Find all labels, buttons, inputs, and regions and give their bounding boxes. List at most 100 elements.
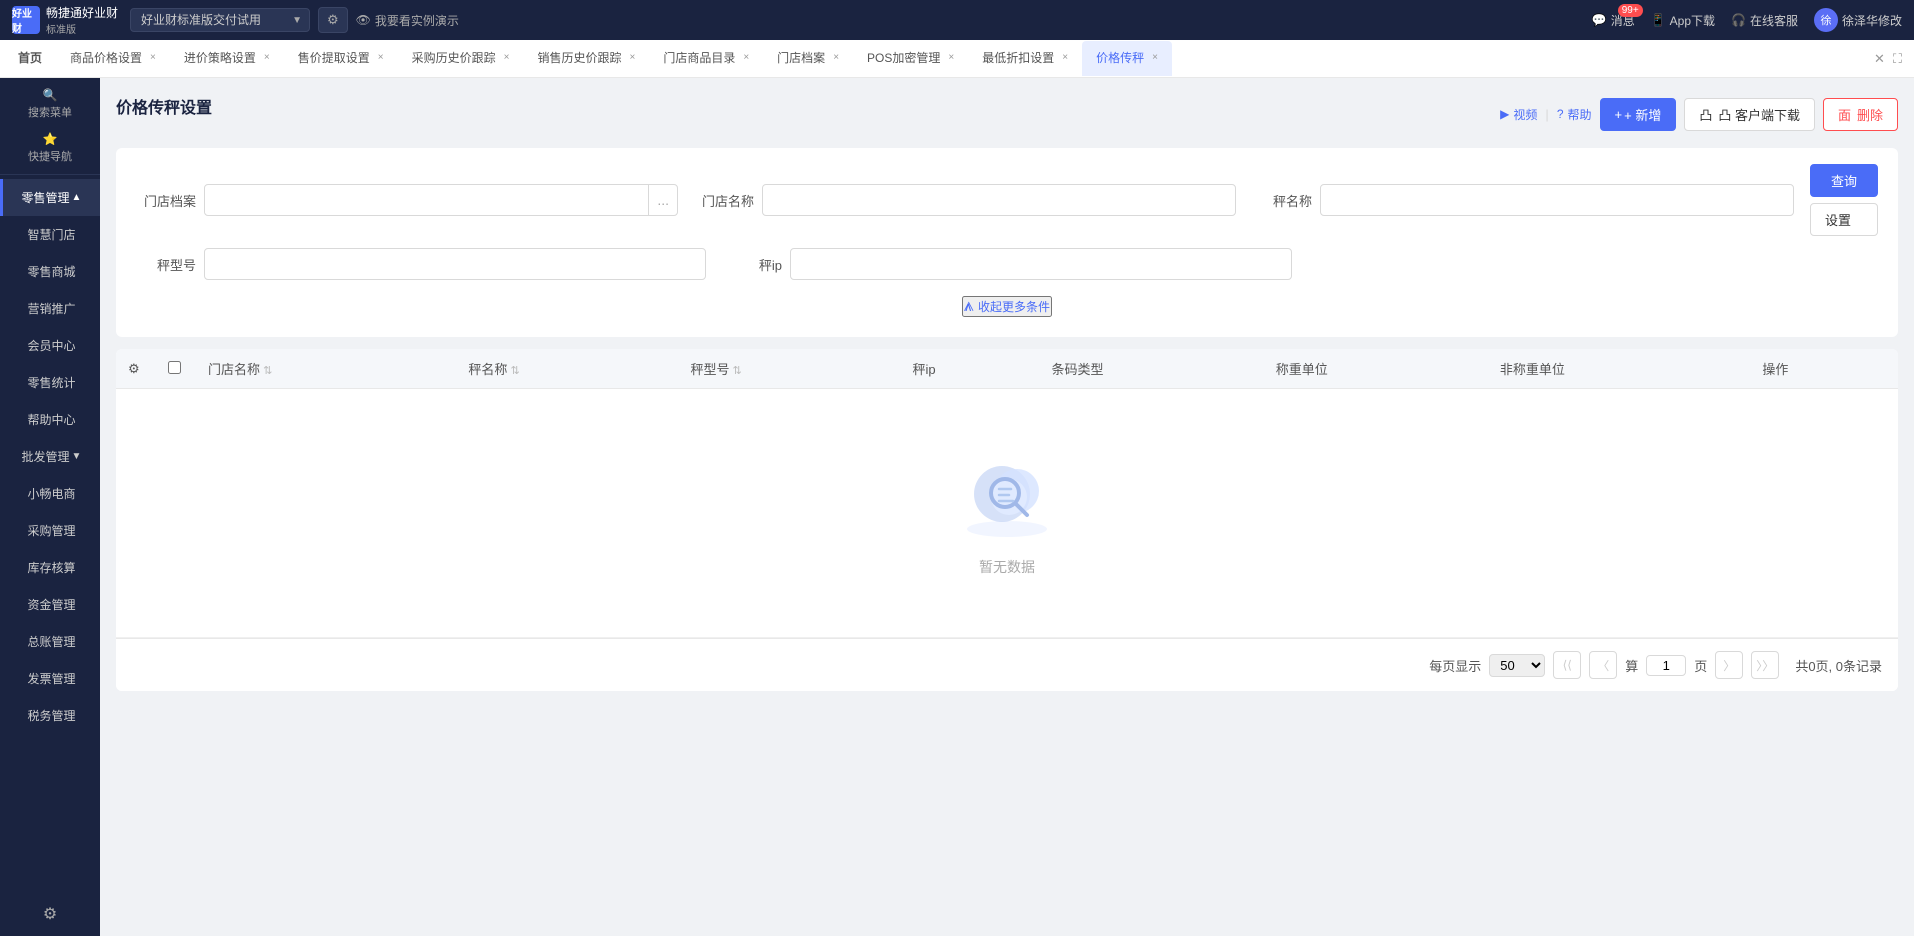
download-icon: 凸 — [1699, 105, 1712, 124]
sidebar-item-help[interactable]: 帮助中心 — [0, 401, 100, 438]
store-file-input[interactable] — [205, 188, 648, 213]
sidebar-item-invoice[interactable]: 发票管理 — [0, 660, 100, 697]
page-header-right: ▶ 视频 | ? 帮助 + + 新增 凸 凸 客户端下载 面 — [1500, 98, 1898, 131]
close-icon[interactable]: × — [833, 52, 839, 63]
close-icon[interactable]: × — [504, 52, 510, 63]
store-file-input-wrap[interactable]: ... — [204, 184, 678, 216]
tab-purchase-history[interactable]: 采购历史价跟踪 × — [398, 41, 524, 76]
expand-icon[interactable]: ⛶ — [1893, 51, 1902, 67]
online-service-button[interactable]: 🎧 在线客服 — [1731, 12, 1798, 29]
tab-sales-history[interactable]: 销售历史价跟踪 × — [523, 41, 649, 76]
last-page-button[interactable]: 〉〉 — [1751, 651, 1779, 679]
th-store-name[interactable]: 门店名称 — [196, 349, 456, 389]
close-icon[interactable]: × — [264, 52, 270, 63]
first-page-button[interactable]: ⟨⟨ — [1553, 651, 1581, 679]
page-number-input[interactable] — [1646, 655, 1686, 676]
sidebar-item-retail-stats[interactable]: 零售统计 — [0, 364, 100, 401]
tab-sale-extract[interactable]: 售价提取设置 × — [284, 41, 398, 76]
collapse-button[interactable]: ∧ ∧ 收起更多条件 — [962, 296, 1052, 317]
query-btn-group: 查询 设置 — [1810, 164, 1878, 236]
message-icon: 💬 — [1592, 13, 1607, 27]
sidebar-item-finance[interactable]: 资金管理 — [0, 586, 100, 623]
scale-ip-label: 秤ip — [722, 255, 782, 274]
tab-pos-encryption[interactable]: POS加密管理 × — [853, 41, 968, 76]
close-icon[interactable]: × — [150, 52, 156, 63]
setting-button[interactable]: 设置 — [1810, 203, 1878, 236]
delete-button[interactable]: 面 删除 — [1823, 98, 1898, 131]
sidebar-item-ledger[interactable]: 总账管理 — [0, 623, 100, 660]
th-checkbox[interactable] — [156, 349, 196, 389]
scale-type-input[interactable] — [204, 248, 706, 280]
close-icon[interactable]: × — [1062, 52, 1068, 63]
tab-min-discount[interactable]: 最低折扣设置 × — [968, 41, 1082, 76]
demo-button[interactable]: 👁 我要看实例演示 — [356, 12, 459, 29]
sidebar-item-retail-mall[interactable]: 零售商城 — [0, 253, 100, 290]
user-menu[interactable]: 徐 徐泽华修改 — [1814, 8, 1902, 32]
app-download-button[interactable]: 📱 App下载 — [1651, 12, 1715, 29]
table-settings-icon[interactable]: ⚙ — [128, 361, 140, 376]
close-icon[interactable]: × — [629, 52, 635, 63]
tab-store-catalog[interactable]: 门店商品目录 × — [649, 41, 763, 76]
app-name-block: 畅捷通好业财 标准版 — [46, 4, 118, 36]
close-icon[interactable]: × — [378, 52, 384, 63]
close-icon[interactable]: × — [948, 52, 954, 63]
tab-home[interactable]: 首页 — [4, 41, 56, 76]
th-scale-type[interactable]: 秤型号 — [678, 349, 900, 389]
sidebar-item-inventory[interactable]: 库存核算 — [0, 549, 100, 586]
scale-ip-input[interactable] — [790, 248, 1292, 280]
prev-page-button[interactable]: 〈 — [1589, 651, 1617, 679]
th-settings[interactable]: ⚙ — [116, 349, 156, 389]
message-button[interactable]: 💬 消息 99+ — [1592, 12, 1635, 29]
close-icon[interactable]: × — [743, 52, 749, 63]
add-button[interactable]: + + 新增 — [1600, 98, 1677, 131]
select-all-checkbox[interactable] — [168, 361, 181, 374]
store-file-field: 门店档案 ... — [136, 184, 678, 216]
search-row-2: 秤型号 秤ip — [136, 248, 1878, 280]
sidebar-item-member[interactable]: 会员中心 — [0, 327, 100, 364]
topbar-settings-button[interactable]: ⚙ — [318, 7, 348, 33]
tab-product-price[interactable]: 商品价格设置 × — [56, 41, 170, 76]
th-non-weight-unit: 非称重单位 — [1488, 349, 1751, 389]
sidebar-item-purchase[interactable]: 采购管理 — [0, 512, 100, 549]
scale-type-field: 秤型号 — [136, 248, 706, 280]
sidebar-item-tax[interactable]: 税务管理 — [0, 697, 100, 734]
sidebar-quick-nav[interactable]: ⭐ 快捷导航 — [0, 126, 100, 170]
sidebar-search[interactable]: 🔍 搜索菜单 — [0, 78, 100, 126]
version-select[interactable]: 好业财标准版交付试用 — [130, 8, 310, 32]
tab-purchase-strategy[interactable]: 进价策略设置 × — [170, 41, 284, 76]
sidebar-item-retail[interactable]: 零售管理▲ — [0, 179, 100, 216]
query-button[interactable]: 查询 — [1810, 164, 1878, 197]
scale-name-input[interactable] — [1320, 184, 1794, 216]
tab-price-scale[interactable]: 价格传秤 × — [1082, 41, 1172, 76]
topbar-right: 💬 消息 99+ 📱 App下载 🎧 在线客服 徐 徐泽华修改 — [1592, 8, 1902, 32]
version-select-wrap[interactable]: 好业财标准版交付试用 ▼ — [130, 8, 310, 32]
empty-row: 暂无数据 — [116, 389, 1898, 638]
store-name-input[interactable] — [762, 184, 1236, 216]
content-area: 价格传秤设置 ▶ 视频 | ? 帮助 + + 新增 凸 凸 客户端下载 — [100, 78, 1914, 936]
sidebar-item-wholesale[interactable]: 批发管理▼ — [0, 438, 100, 475]
collapse-row: ∧ ∧ 收起更多条件 — [136, 292, 1878, 321]
close-all-icon[interactable]: ✕ — [1874, 51, 1885, 67]
sidebar-item-ecommerce[interactable]: 小畅电商 — [0, 475, 100, 512]
per-page-select[interactable]: 10 20 50 100 — [1489, 654, 1545, 677]
video-button[interactable]: ▶ 视频 — [1500, 106, 1537, 123]
plus-icon: + — [1615, 107, 1623, 122]
eye-icon: 👁 — [356, 13, 371, 27]
tab-store-file[interactable]: 门店档案 × — [763, 41, 853, 76]
th-weight-unit: 称重单位 — [1264, 349, 1488, 389]
ellipsis-button[interactable]: ... — [648, 185, 677, 215]
sidebar-item-marketing[interactable]: 营销推广 — [0, 290, 100, 327]
download-button[interactable]: 凸 凸 客户端下载 — [1684, 98, 1815, 131]
scale-type-label: 秤型号 — [136, 255, 196, 274]
sidebar-settings-button[interactable]: ⚙ — [0, 892, 100, 936]
download-icon: 📱 — [1651, 13, 1666, 27]
top-bar: 好业财 畅捷通好业财 标准版 好业财标准版交付试用 ▼ ⚙ 👁 我要看实例演示 … — [0, 0, 1914, 40]
next-page-button[interactable]: 〉 — [1715, 651, 1743, 679]
close-icon[interactable]: × — [1152, 52, 1158, 63]
avatar: 徐 — [1814, 8, 1838, 32]
th-scale-name[interactable]: 秤名称 — [456, 349, 678, 389]
help-button[interactable]: ? 帮助 — [1557, 106, 1592, 123]
sidebar: 🔍 搜索菜单 ⭐ 快捷导航 零售管理▲ 智慧门店 零售商城 营销推广 会员中心 … — [0, 78, 100, 936]
logo-icon: 好业财 — [12, 6, 40, 34]
sidebar-item-smart-store[interactable]: 智慧门店 — [0, 216, 100, 253]
